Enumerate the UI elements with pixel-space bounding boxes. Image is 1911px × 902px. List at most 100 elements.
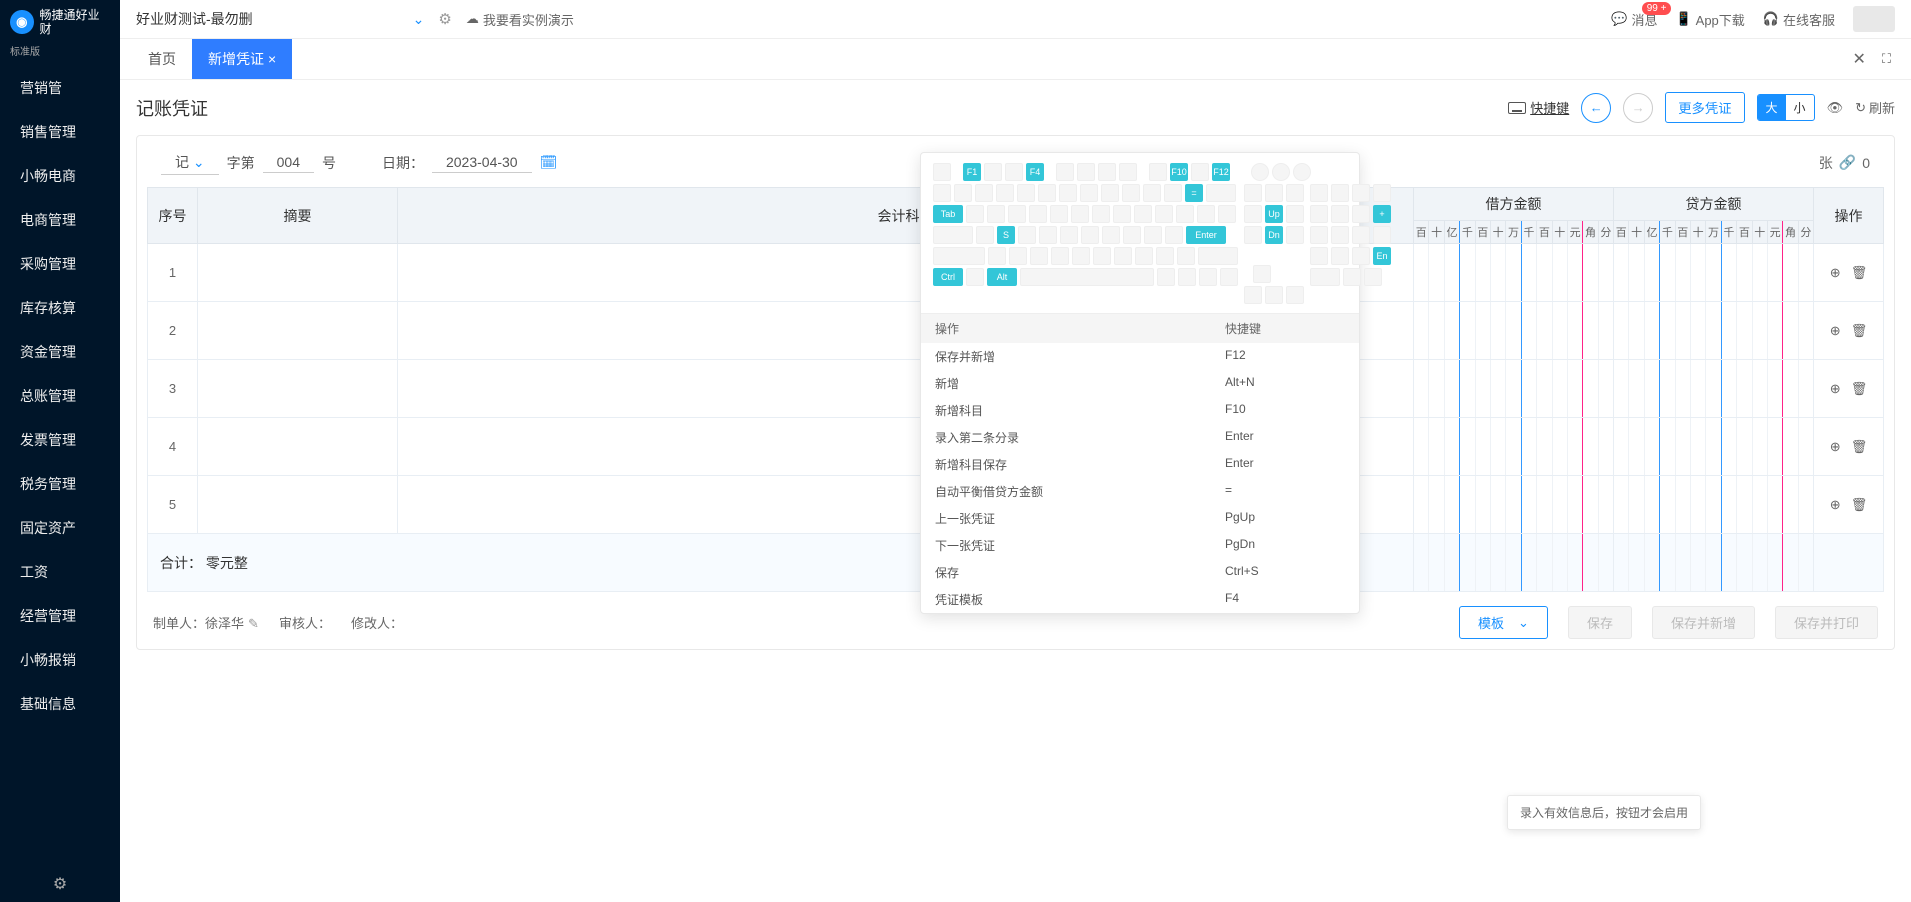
col-summary: 摘要 (198, 188, 398, 244)
shortcut-row: 下一张凭证PgDn (921, 532, 1359, 559)
size-small[interactable]: 小 (1786, 95, 1814, 120)
voucher-number[interactable]: 004 (263, 152, 314, 173)
debit-cell[interactable] (1414, 476, 1614, 534)
fullscreen-icon[interactable]: ⛶ (1874, 43, 1899, 75)
chevron-down-icon: ⌄ (413, 11, 425, 28)
logo-icon: ◉ (10, 10, 34, 34)
auditor: 审核人： (279, 613, 331, 632)
nav-item[interactable]: 营销管 (0, 66, 120, 110)
delete-row-icon[interactable]: 🗑 (1851, 265, 1868, 281)
org-selector[interactable]: 好业财测试-最勿删 ⌄ (136, 9, 424, 29)
credit-cell[interactable] (1614, 302, 1814, 360)
summary-cell[interactable] (198, 302, 398, 360)
op-cell: ⊕🗑 (1814, 360, 1884, 418)
nav-item[interactable]: 采购管理 (0, 242, 120, 286)
nav-item[interactable]: 基础信息 (0, 682, 120, 726)
nav-item[interactable]: 发票管理 (0, 418, 120, 462)
nav-item[interactable]: 销售管理 (0, 110, 120, 154)
credit-cell[interactable] (1614, 360, 1814, 418)
tab-home[interactable]: 首页 (132, 39, 192, 79)
op-cell: ⊕🗑 (1814, 418, 1884, 476)
keyboard-visual: F1F4 F10F12 = Tab SEnter (921, 153, 1359, 313)
summary-cell[interactable] (198, 418, 398, 476)
nav-item[interactable]: 库存核算 (0, 286, 120, 330)
col-op: 操作 (1814, 188, 1884, 244)
delete-row-icon[interactable]: 🗑 (1851, 497, 1868, 513)
demo-link[interactable]: ☁ 我要看实例演示 (466, 10, 574, 29)
attachment-icon[interactable]: 🔗 (1839, 154, 1856, 171)
service-button[interactable]: 🎧 在线客服 (1763, 10, 1835, 29)
nav-item[interactable]: 税务管理 (0, 462, 120, 506)
nav-item[interactable]: 经营管理 (0, 594, 120, 638)
add-row-icon[interactable]: ⊕ (1830, 381, 1841, 397)
debit-cell[interactable] (1414, 418, 1614, 476)
shortcut-row: 上一张凭证PgUp (921, 505, 1359, 532)
nav-item[interactable]: 小畅报销 (0, 638, 120, 682)
shortcut-row: 保存Ctrl+S (921, 559, 1359, 586)
settings-gear-icon[interactable]: ⚙ (0, 866, 120, 902)
prev-voucher-button[interactable]: ← (1581, 93, 1611, 123)
add-row-icon[interactable]: ⊕ (1830, 323, 1841, 339)
tabbar: 首页 新增凭证× ✕ ⛶ (120, 39, 1911, 80)
service-label: 在线客服 (1783, 10, 1835, 29)
nav-item[interactable]: 工资 (0, 550, 120, 594)
debit-cell[interactable] (1414, 360, 1614, 418)
summary-cell[interactable] (198, 244, 398, 302)
tab-new-voucher[interactable]: 新增凭证× (192, 39, 292, 79)
op-cell: ⊕🗑 (1814, 244, 1884, 302)
nav-item[interactable]: 总账管理 (0, 374, 120, 418)
add-row-icon[interactable]: ⊕ (1830, 497, 1841, 513)
total-debit (1414, 534, 1614, 592)
debit-cell[interactable] (1414, 302, 1614, 360)
size-big[interactable]: 大 (1758, 95, 1786, 120)
debit-cell[interactable] (1414, 244, 1614, 302)
template-button[interactable]: 模板 ⌄ (1459, 606, 1548, 639)
messages-button[interactable]: 💬 消息 99 + (1611, 10, 1657, 29)
credit-cell[interactable] (1614, 418, 1814, 476)
voucher-type-val: 记 (175, 154, 189, 170)
nav-item[interactable]: 资金管理 (0, 330, 120, 374)
credit-cell[interactable] (1614, 244, 1814, 302)
preview-icon[interactable]: 👁 (1827, 100, 1844, 116)
sc-head-op: 操作 (935, 320, 1225, 337)
avatar[interactable] (1853, 6, 1895, 32)
next-voucher-button[interactable]: → (1623, 93, 1653, 123)
add-row-icon[interactable]: ⊕ (1830, 265, 1841, 281)
msg-badge: 99 + (1642, 2, 1672, 15)
refresh-button[interactable]: ↻ 刷新 (1855, 98, 1895, 117)
refresh-icon: ↻ (1855, 100, 1866, 116)
nav-item[interactable]: 电商管理 (0, 198, 120, 242)
seq-cell: 3 (148, 360, 198, 418)
type-suffix: 字第 (227, 153, 255, 173)
nav-item[interactable]: 固定资产 (0, 506, 120, 550)
gear-icon[interactable]: ⚙ (438, 10, 451, 28)
summary-cell[interactable] (198, 360, 398, 418)
delete-row-icon[interactable]: 🗑 (1851, 381, 1868, 397)
chevron-down-icon: ⌄ (1518, 615, 1529, 631)
save-button: 保存 (1568, 606, 1632, 639)
more-vouchers-button[interactable]: 更多凭证 (1665, 92, 1744, 123)
tab-close-icon[interactable]: × (268, 51, 276, 67)
edit-icon[interactable]: ✎ (248, 616, 259, 631)
col-seq: 序号 (148, 188, 198, 244)
brand-edition: 标准版 (0, 43, 120, 58)
summary-cell[interactable] (198, 476, 398, 534)
calendar-icon[interactable]: 🗓 (540, 154, 558, 171)
add-row-icon[interactable]: ⊕ (1830, 439, 1841, 455)
page-title: 记账凭证 (136, 95, 208, 121)
save-new-button: 保存并新增 (1652, 606, 1755, 639)
debit-label: 借方金额 (1414, 188, 1613, 221)
delete-row-icon[interactable]: 🗑 (1851, 323, 1868, 339)
shortcut-row: 自动平衡借贷方金额= (921, 478, 1359, 505)
download-button[interactable]: 📱 App下载 (1675, 10, 1744, 29)
col-debit: 借方金额 百十亿千百十万千百十元角分 (1414, 188, 1614, 244)
close-all-icon[interactable]: ✕ (1844, 41, 1873, 77)
credit-cell[interactable] (1614, 476, 1814, 534)
shortcut-row: 录入第二条分录Enter (921, 424, 1359, 451)
date-label: 日期： (382, 153, 424, 173)
shortcut-trigger[interactable]: 快捷键 (1508, 98, 1569, 117)
delete-row-icon[interactable]: 🗑 (1851, 439, 1868, 455)
nav-item[interactable]: 小畅电商 (0, 154, 120, 198)
voucher-type[interactable]: 记 ⌄ (161, 150, 219, 175)
voucher-date[interactable]: 2023-04-30 (432, 152, 532, 173)
